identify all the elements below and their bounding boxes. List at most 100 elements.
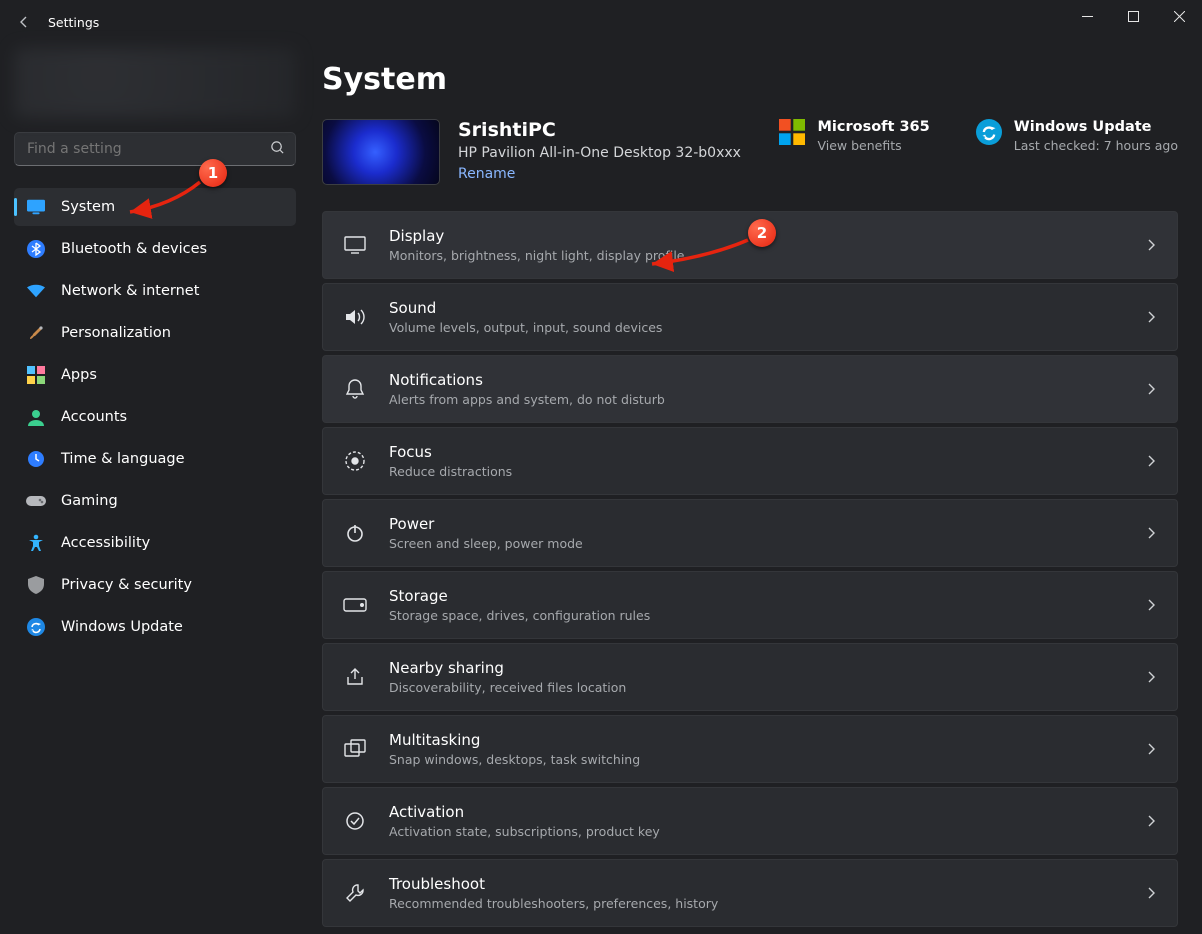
sidebar-item-label: Privacy & security: [61, 577, 192, 593]
row-title: Nearby sharing: [389, 659, 1123, 677]
clock-icon: [26, 449, 46, 469]
sidebar-item-privacy[interactable]: Privacy & security: [14, 566, 296, 604]
nav-list: System Bluetooth & devices Network & int…: [14, 188, 296, 646]
sidebar-item-accessibility[interactable]: Accessibility: [14, 524, 296, 562]
sidebar-item-update[interactable]: Windows Update: [14, 608, 296, 646]
sidebar-item-label: Gaming: [61, 493, 118, 509]
close-icon: [1174, 11, 1185, 22]
update-subtitle: Last checked: 7 hours ago: [1014, 138, 1178, 153]
row-sub: Recommended troubleshooters, preferences…: [389, 896, 1123, 911]
row-sub: Snap windows, desktops, task switching: [389, 752, 1123, 767]
row-sub: Storage space, drives, configuration rul…: [389, 608, 1123, 623]
chevron-right-icon: [1145, 524, 1157, 543]
row-title: Troubleshoot: [389, 875, 1123, 893]
sidebar-item-gaming[interactable]: Gaming: [14, 482, 296, 520]
row-activation[interactable]: Activation Activation state, subscription…: [322, 787, 1178, 855]
sound-icon: [343, 305, 367, 329]
row-sub: Reduce distractions: [389, 464, 1123, 479]
chevron-right-icon: [1145, 380, 1157, 399]
sidebar-item-label: Accounts: [61, 409, 127, 425]
sidebar-item-network[interactable]: Network & internet: [14, 272, 296, 310]
page-title: System: [322, 62, 1178, 97]
row-title: Sound: [389, 299, 1123, 317]
multitask-icon: [343, 737, 367, 761]
bluetooth-icon: [26, 239, 46, 259]
brush-icon: [26, 323, 46, 343]
windows-update-block[interactable]: Windows Update Last checked: 7 hours ago: [976, 119, 1178, 153]
row-title: Activation: [389, 803, 1123, 821]
window-title: Settings: [48, 15, 99, 30]
chevron-right-icon: [1145, 740, 1157, 759]
content-area: System SrishtiPC HP Pavilion All-in-One …: [310, 44, 1202, 934]
accessibility-icon: [26, 533, 46, 553]
row-multitasking[interactable]: Multitasking Snap windows, desktops, task…: [322, 715, 1178, 783]
row-sub: Discoverability, received files location: [389, 680, 1123, 695]
row-notifications[interactable]: Notifications Alerts from apps and system…: [322, 355, 1178, 423]
focus-icon: [343, 449, 367, 473]
sidebar-item-label: Accessibility: [61, 535, 150, 551]
sidebar-item-personalization[interactable]: Personalization: [14, 314, 296, 352]
sidebar-item-apps[interactable]: Apps: [14, 356, 296, 394]
row-focus[interactable]: Focus Reduce distractions: [322, 427, 1178, 495]
update-title: Windows Update: [1014, 119, 1178, 135]
settings-list: DisplayMonitors, brightness, night light…: [322, 211, 1178, 927]
back-button[interactable]: [6, 4, 42, 40]
pc-name: SrishtiPC: [458, 119, 761, 141]
windows-update-icon: [976, 119, 1002, 145]
sidebar-item-label: Apps: [61, 367, 97, 383]
annotation-marker-1: 1: [199, 159, 227, 187]
minimize-button[interactable]: [1064, 0, 1110, 32]
wrench-icon: [343, 881, 367, 905]
shield-icon: [26, 575, 46, 595]
pc-info: SrishtiPC HP Pavilion All-in-One Desktop…: [458, 119, 761, 182]
search-icon: [270, 140, 285, 159]
check-circle-icon: [343, 809, 367, 833]
maximize-icon: [1128, 11, 1139, 22]
chevron-right-icon: [1145, 596, 1157, 615]
sidebar-item-time-language[interactable]: Time & language: [14, 440, 296, 478]
user-account-block[interactable]: [14, 48, 296, 118]
sidebar: System Bluetooth & devices Network & int…: [0, 44, 310, 934]
pc-thumbnail: [322, 119, 440, 185]
m365-title: Microsoft 365: [817, 119, 929, 135]
pc-model: HP Pavilion All-in-One Desktop 32-b0xxx: [458, 145, 761, 161]
storage-icon: [343, 593, 367, 617]
titlebar: Settings: [0, 0, 1202, 44]
row-title: Power: [389, 515, 1123, 533]
chevron-right-icon: [1145, 668, 1157, 687]
row-sub: Activation state, subscriptions, product…: [389, 824, 1123, 839]
close-button[interactable]: [1156, 0, 1202, 32]
window-controls: [1064, 0, 1202, 36]
microsoft-365-icon: [779, 119, 805, 145]
sidebar-item-accounts[interactable]: Accounts: [14, 398, 296, 436]
maximize-button[interactable]: [1110, 0, 1156, 32]
sidebar-item-label: Personalization: [61, 325, 171, 341]
row-title: Focus: [389, 443, 1123, 461]
row-sub: Monitors, brightness, night light, displ…: [389, 248, 1123, 263]
chevron-right-icon: [1145, 884, 1157, 903]
microsoft-365-block[interactable]: Microsoft 365 View benefits: [779, 119, 929, 153]
row-sub: Volume levels, output, input, sound devi…: [389, 320, 1123, 335]
rename-link[interactable]: Rename: [458, 166, 515, 182]
row-sub: Alerts from apps and system, do not dist…: [389, 392, 1123, 407]
search-box[interactable]: [14, 132, 296, 166]
search-input[interactable]: [25, 140, 270, 158]
sidebar-item-system[interactable]: System: [14, 188, 296, 226]
arrow-left-icon: [16, 14, 32, 30]
sidebar-item-label: Windows Update: [61, 619, 183, 635]
row-title: Notifications: [389, 371, 1123, 389]
sidebar-item-label: Bluetooth & devices: [61, 241, 207, 257]
row-title: Multitasking: [389, 731, 1123, 749]
row-storage[interactable]: StorageStorage space, drives, configurat…: [322, 571, 1178, 639]
bell-icon: [343, 377, 367, 401]
minimize-icon: [1082, 11, 1093, 22]
sidebar-item-bluetooth[interactable]: Bluetooth & devices: [14, 230, 296, 268]
row-display[interactable]: DisplayMonitors, brightness, night light…: [322, 211, 1178, 279]
row-troubleshoot[interactable]: Troubleshoot Recommended troubleshooters,…: [322, 859, 1178, 927]
chevron-right-icon: [1145, 812, 1157, 831]
monitor-icon: [26, 197, 46, 217]
row-nearby-sharing[interactable]: Nearby sharing Discoverability, received …: [322, 643, 1178, 711]
row-power[interactable]: PowerScreen and sleep, power mode: [322, 499, 1178, 567]
chevron-right-icon: [1145, 452, 1157, 471]
row-sound[interactable]: Sound Volume levels, output, input, sound…: [322, 283, 1178, 351]
